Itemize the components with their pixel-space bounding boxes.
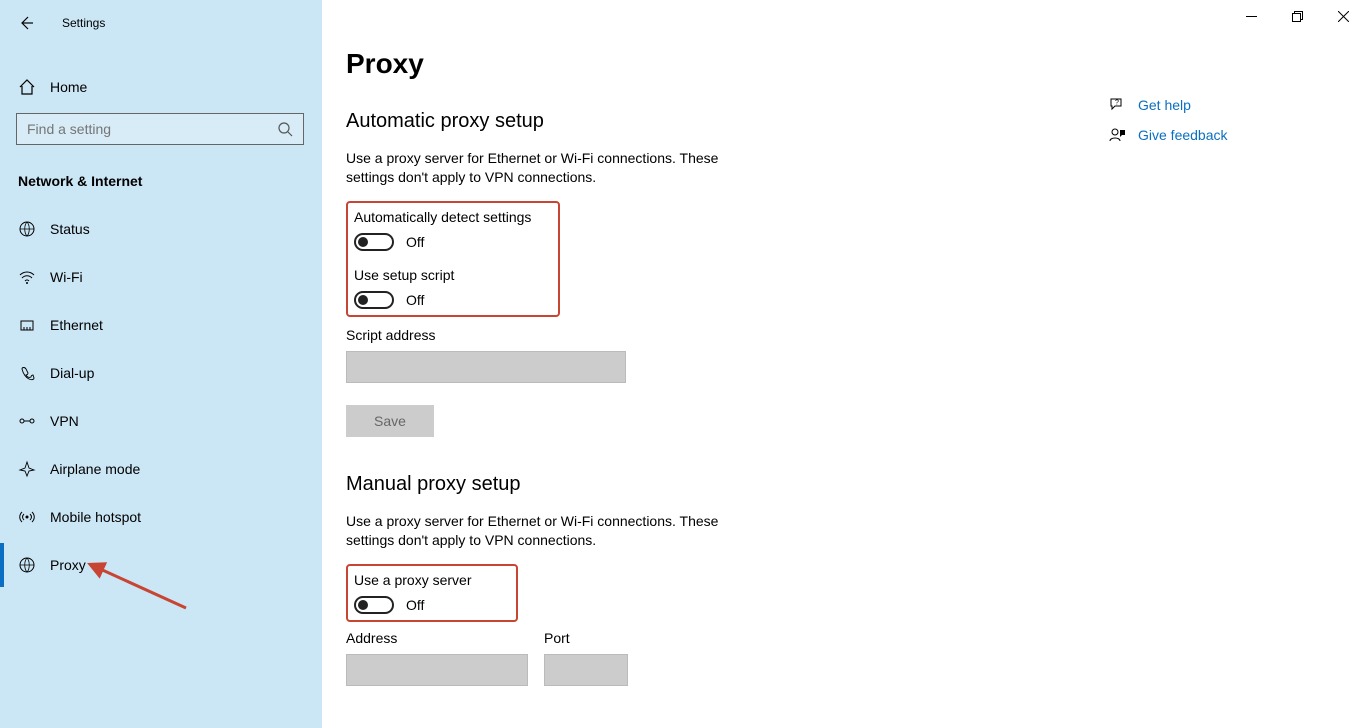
give-feedback-link[interactable]: Give feedback bbox=[1106, 126, 1326, 144]
nav-list: Status Wi-Fi Ethernet Dial-up VPN Airpla… bbox=[0, 207, 322, 587]
script-addr-label: Script address bbox=[346, 327, 1366, 343]
manual-section-desc: Use a proxy server for Ethernet or Wi-Fi… bbox=[346, 512, 766, 550]
back-arrow-icon bbox=[18, 15, 34, 31]
svg-text:?: ? bbox=[1115, 100, 1119, 107]
airplane-icon bbox=[18, 460, 36, 478]
port-label: Port bbox=[544, 630, 628, 646]
sidebar-item-hotspot[interactable]: Mobile hotspot bbox=[0, 495, 322, 539]
ethernet-icon bbox=[18, 316, 36, 334]
sidebar-item-label: Mobile hotspot bbox=[50, 509, 141, 525]
proxy-icon bbox=[18, 556, 36, 574]
close-button[interactable] bbox=[1320, 0, 1366, 32]
minimize-button[interactable] bbox=[1228, 0, 1274, 32]
status-icon bbox=[18, 220, 36, 238]
dialup-icon bbox=[18, 364, 36, 382]
category-label: Network & Internet bbox=[0, 173, 322, 189]
sidebar-item-label: Wi-Fi bbox=[50, 269, 83, 285]
main-content: Proxy Automatic proxy setup Use a proxy … bbox=[322, 0, 1366, 728]
back-row[interactable]: Settings bbox=[0, 7, 322, 39]
maximize-button[interactable] bbox=[1274, 0, 1320, 32]
search-input[interactable] bbox=[27, 121, 277, 137]
script-addr-input[interactable] bbox=[346, 351, 626, 383]
help-panel: ? Get help Give feedback bbox=[1106, 96, 1326, 156]
setup-script-toggle[interactable] bbox=[354, 291, 394, 309]
vpn-icon bbox=[18, 412, 36, 430]
save-button[interactable]: Save bbox=[346, 405, 434, 437]
use-proxy-toggle[interactable] bbox=[354, 596, 394, 614]
auto-detect-label: Automatically detect settings bbox=[354, 209, 550, 225]
sidebar-item-label: Dial-up bbox=[50, 365, 94, 381]
give-feedback-text: Give feedback bbox=[1138, 127, 1228, 143]
home-nav[interactable]: Home bbox=[0, 69, 322, 105]
window-controls bbox=[1228, 0, 1366, 32]
use-proxy-label: Use a proxy server bbox=[354, 572, 508, 588]
address-label: Address bbox=[346, 630, 528, 646]
wifi-icon bbox=[18, 268, 36, 286]
sidebar-item-label: Status bbox=[50, 221, 90, 237]
search-icon bbox=[277, 121, 293, 137]
sidebar-item-ethernet[interactable]: Ethernet bbox=[0, 303, 322, 347]
get-help-text: Get help bbox=[1138, 97, 1191, 113]
search-wrap bbox=[0, 105, 322, 145]
home-icon bbox=[18, 78, 36, 96]
sidebar-item-airplane[interactable]: Airplane mode bbox=[0, 447, 322, 491]
sidebar-item-label: Airplane mode bbox=[50, 461, 140, 477]
auto-detect-state: Off bbox=[406, 234, 424, 250]
settings-label: Settings bbox=[62, 16, 105, 30]
auto-detect-toggle[interactable] bbox=[354, 233, 394, 251]
sidebar-item-proxy[interactable]: Proxy bbox=[0, 543, 322, 587]
auto-highlight-box: Automatically detect settings Off Use se… bbox=[346, 201, 560, 317]
setup-script-label: Use setup script bbox=[354, 267, 550, 283]
sidebar-item-label: Ethernet bbox=[50, 317, 103, 333]
use-proxy-state: Off bbox=[406, 597, 424, 613]
sidebar-item-vpn[interactable]: VPN bbox=[0, 399, 322, 443]
manual-highlight-box: Use a proxy server Off bbox=[346, 564, 518, 622]
port-input[interactable] bbox=[544, 654, 628, 686]
sidebar-item-status[interactable]: Status bbox=[0, 207, 322, 251]
manual-section-title: Manual proxy setup bbox=[346, 473, 1366, 496]
sidebar-item-label: Proxy bbox=[50, 557, 86, 573]
auto-section-desc: Use a proxy server for Ethernet or Wi-Fi… bbox=[346, 149, 766, 187]
hotspot-icon bbox=[18, 508, 36, 526]
page-title: Proxy bbox=[346, 48, 1366, 80]
search-box[interactable] bbox=[16, 113, 304, 145]
sidebar-item-wifi[interactable]: Wi-Fi bbox=[0, 255, 322, 299]
feedback-icon bbox=[1106, 126, 1128, 144]
home-label: Home bbox=[50, 79, 87, 95]
sidebar: Settings Home Network & Internet Status … bbox=[0, 0, 322, 728]
get-help-link[interactable]: ? Get help bbox=[1106, 96, 1326, 114]
sidebar-item-label: VPN bbox=[50, 413, 79, 429]
chat-help-icon: ? bbox=[1106, 96, 1128, 114]
address-input[interactable] bbox=[346, 654, 528, 686]
setup-script-state: Off bbox=[406, 292, 424, 308]
sidebar-item-dialup[interactable]: Dial-up bbox=[0, 351, 322, 395]
